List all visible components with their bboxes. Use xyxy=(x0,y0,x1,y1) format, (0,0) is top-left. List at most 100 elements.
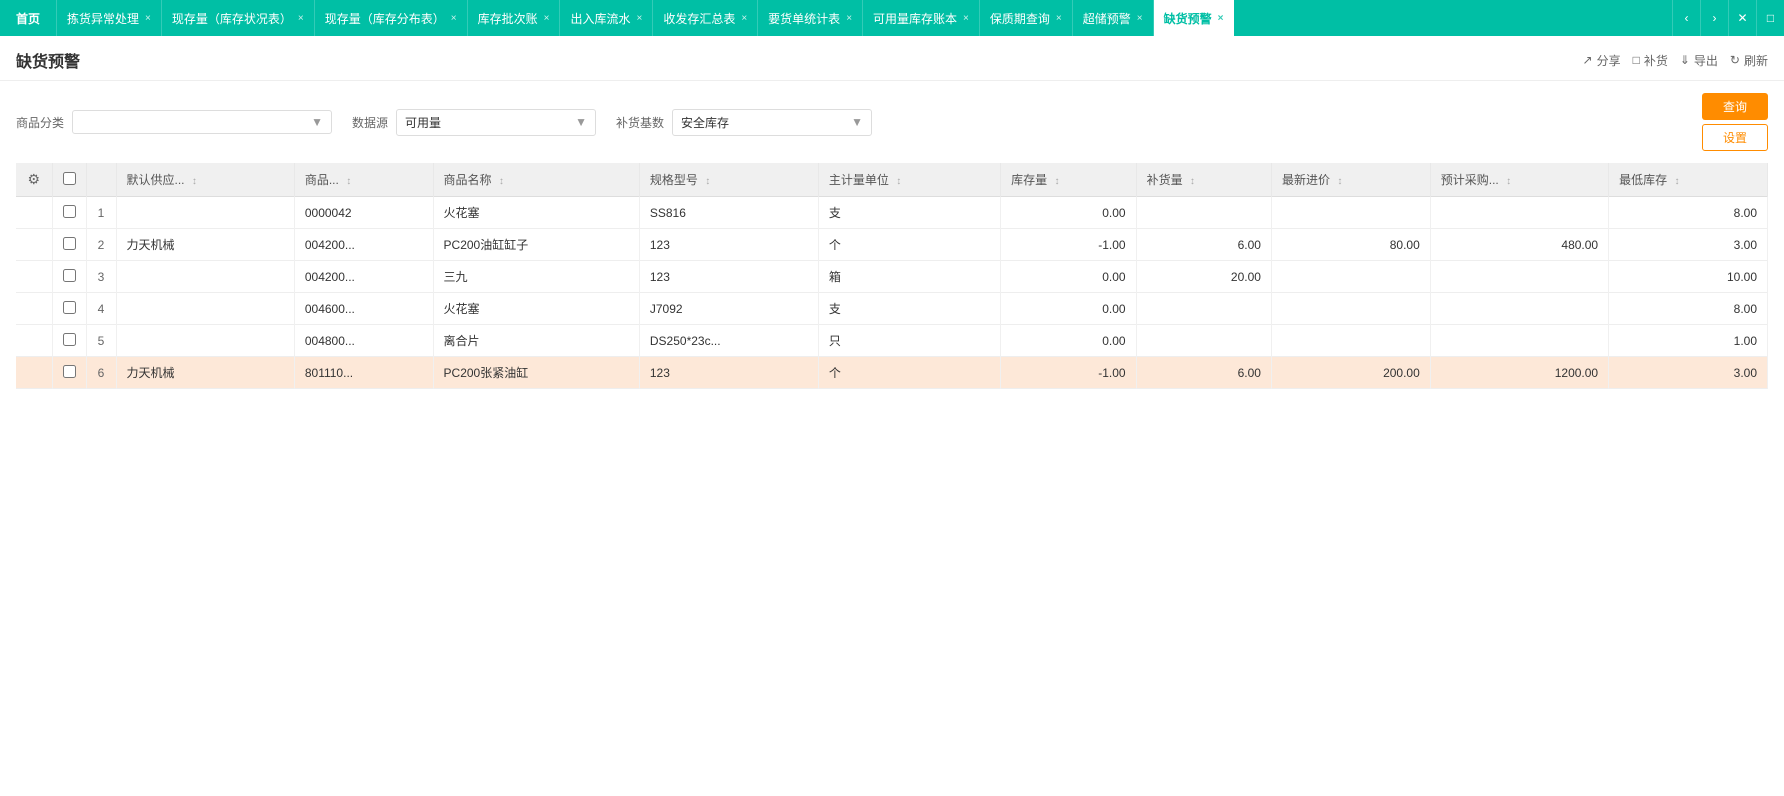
sort-icon[interactable]: ↕ xyxy=(1055,176,1060,187)
export-action[interactable]: ⇓ 导出 xyxy=(1680,52,1718,69)
row-spec-cell: DS250*23c... xyxy=(639,325,818,357)
row-gear-cell xyxy=(16,197,52,229)
row-checkbox[interactable] xyxy=(63,365,76,378)
query-button[interactable]: 查询 xyxy=(1702,93,1768,120)
sort-icon[interactable]: ↕ xyxy=(1337,176,1342,187)
setting-button[interactable]: 设置 xyxy=(1702,124,1768,151)
sort-icon[interactable]: ↕ xyxy=(896,176,901,187)
nav-tab-inventory1[interactable]: 现存量（库存状况表） × xyxy=(162,0,315,36)
row-latest-price-cell xyxy=(1271,197,1430,229)
row-supplier-cell: 力天机械 xyxy=(116,357,294,389)
sort-icon[interactable]: ↕ xyxy=(1506,176,1511,187)
nav-tab-overstock[interactable]: 超储预警 × xyxy=(1073,0,1154,36)
close-icon[interactable]: × xyxy=(741,13,747,24)
row-min-stock-cell: 8.00 xyxy=(1609,197,1768,229)
category-label: 商品分类 xyxy=(16,114,64,131)
replenish-icon: □ xyxy=(1633,53,1640,67)
table-body: 10000042火花塞SS816支0.008.002力天机械004200...P… xyxy=(16,197,1768,389)
nav-next-btn[interactable]: › xyxy=(1700,0,1728,36)
nav-tab-shortage[interactable]: 缺货预警 × xyxy=(1154,0,1235,36)
replenish-select[interactable]: 安全库存 ▼ xyxy=(672,109,872,136)
col-unit: 主计量单位 ↕ xyxy=(818,163,1000,197)
row-checkbox[interactable] xyxy=(63,237,76,250)
sort-icon[interactable]: ↕ xyxy=(192,176,197,187)
replenish-label: 补货基数 xyxy=(616,114,664,131)
nav-tab-expiry[interactable]: 保质期查询 × xyxy=(980,0,1073,36)
table-row[interactable]: 6力天机械801110...PC200张紧油缸123个-1.006.00200.… xyxy=(16,357,1768,389)
nav-tab-home[interactable]: 首页 xyxy=(0,0,57,36)
page-title: 缺货预警 xyxy=(16,48,1583,72)
goods-name-col-label: 商品名称 xyxy=(444,173,492,187)
row-checkbox[interactable] xyxy=(63,333,76,346)
est-purchase-col-label: 预计采购... xyxy=(1441,173,1499,187)
close-icon[interactable]: × xyxy=(1137,13,1143,24)
row-unit-cell: 个 xyxy=(818,357,1000,389)
share-action[interactable]: ↗ 分享 xyxy=(1583,52,1621,69)
nav-tab-pick[interactable]: 拣货异常处理 × xyxy=(57,0,162,36)
table-row[interactable]: 2力天机械004200...PC200油缸缸子123个-1.006.0080.0… xyxy=(16,229,1768,261)
row-checkbox[interactable] xyxy=(63,269,76,282)
close-icon[interactable]: × xyxy=(145,13,151,24)
table-row[interactable]: 4004600...火花塞J7092支0.008.00 xyxy=(16,293,1768,325)
row-latest-price-cell xyxy=(1271,325,1430,357)
row-unit-cell: 支 xyxy=(818,197,1000,229)
export-label: 导出 xyxy=(1694,52,1718,69)
col-spec: 规格型号 ↕ xyxy=(639,163,818,197)
datasource-select[interactable]: 可用量 ▼ xyxy=(396,109,596,136)
refresh-action[interactable]: ↻ 刷新 xyxy=(1730,52,1768,69)
replenish-filter: 补货基数 安全库存 ▼ xyxy=(616,109,872,136)
share-label: 分享 xyxy=(1597,52,1621,69)
row-goods-code-cell: 004200... xyxy=(294,261,433,293)
close-icon[interactable]: × xyxy=(1056,13,1062,24)
nav-tab-flow[interactable]: 出入库流水 × xyxy=(560,0,653,36)
inventory1-label: 现存量（库存状况表） xyxy=(172,10,292,27)
close-icon[interactable]: × xyxy=(636,13,642,24)
close-icon[interactable]: × xyxy=(544,13,550,24)
row-gear-cell xyxy=(16,229,52,261)
settings-gear-icon[interactable]: ⚙ xyxy=(27,171,40,188)
nav-tab-summary[interactable]: 收发存汇总表 × xyxy=(653,0,758,36)
row-replenish-cell xyxy=(1136,197,1271,229)
close-icon[interactable]: × xyxy=(451,13,457,24)
replenish-action[interactable]: □ 补货 xyxy=(1633,52,1668,69)
category-filter: 商品分类 ▼ xyxy=(16,110,332,134)
row-check-cell xyxy=(52,325,86,357)
row-est-purchase-cell: 480.00 xyxy=(1430,229,1608,261)
order-label: 要货单统计表 xyxy=(768,10,840,27)
sort-icon[interactable]: ↕ xyxy=(705,176,710,187)
nav-close-btn[interactable]: ✕ xyxy=(1728,0,1756,36)
header-actions: ↗ 分享 □ 补货 ⇓ 导出 ↻ 刷新 xyxy=(1583,52,1769,69)
available-label: 可用量库存账本 xyxy=(873,10,957,27)
nav-tab-batch[interactable]: 库存批次账 × xyxy=(468,0,561,36)
select-all-checkbox[interactable] xyxy=(63,172,76,185)
row-spec-cell: 123 xyxy=(639,229,818,261)
table-row[interactable]: 10000042火花塞SS816支0.008.00 xyxy=(16,197,1768,229)
row-est-purchase-cell xyxy=(1430,325,1608,357)
category-select[interactable]: ▼ xyxy=(72,110,332,134)
row-latest-price-cell xyxy=(1271,261,1430,293)
sort-icon[interactable]: ↕ xyxy=(346,176,351,187)
expiry-label: 保质期查询 xyxy=(990,10,1050,27)
table-row[interactable]: 3004200...三九123箱0.0020.0010.00 xyxy=(16,261,1768,293)
close-icon[interactable]: × xyxy=(1218,13,1224,24)
close-icon[interactable]: × xyxy=(846,13,852,24)
close-icon[interactable]: × xyxy=(963,13,969,24)
nav-prev-btn[interactable]: ‹ xyxy=(1672,0,1700,36)
sort-icon[interactable]: ↕ xyxy=(1674,176,1679,187)
nav-tab-order[interactable]: 要货单统计表 × xyxy=(758,0,863,36)
row-latest-price-cell xyxy=(1271,293,1430,325)
close-icon[interactable]: × xyxy=(298,13,304,24)
row-num-cell: 3 xyxy=(86,261,116,293)
sort-icon[interactable]: ↕ xyxy=(1190,176,1195,187)
row-replenish-cell xyxy=(1136,325,1271,357)
row-checkbox[interactable] xyxy=(63,301,76,314)
table-row[interactable]: 5004800...离合片DS250*23c...只0.001.00 xyxy=(16,325,1768,357)
nav-tab-inventory2[interactable]: 现存量（库存分布表） × xyxy=(315,0,468,36)
row-checkbox[interactable] xyxy=(63,205,76,218)
sort-icon[interactable]: ↕ xyxy=(499,176,504,187)
row-unit-cell: 只 xyxy=(818,325,1000,357)
nav-expand-btn[interactable]: □ xyxy=(1756,0,1784,36)
col-min-stock: 最低库存 ↕ xyxy=(1609,163,1768,197)
filter-actions: 查询 设置 xyxy=(1702,93,1768,151)
nav-tab-available[interactable]: 可用量库存账本 × xyxy=(863,0,980,36)
